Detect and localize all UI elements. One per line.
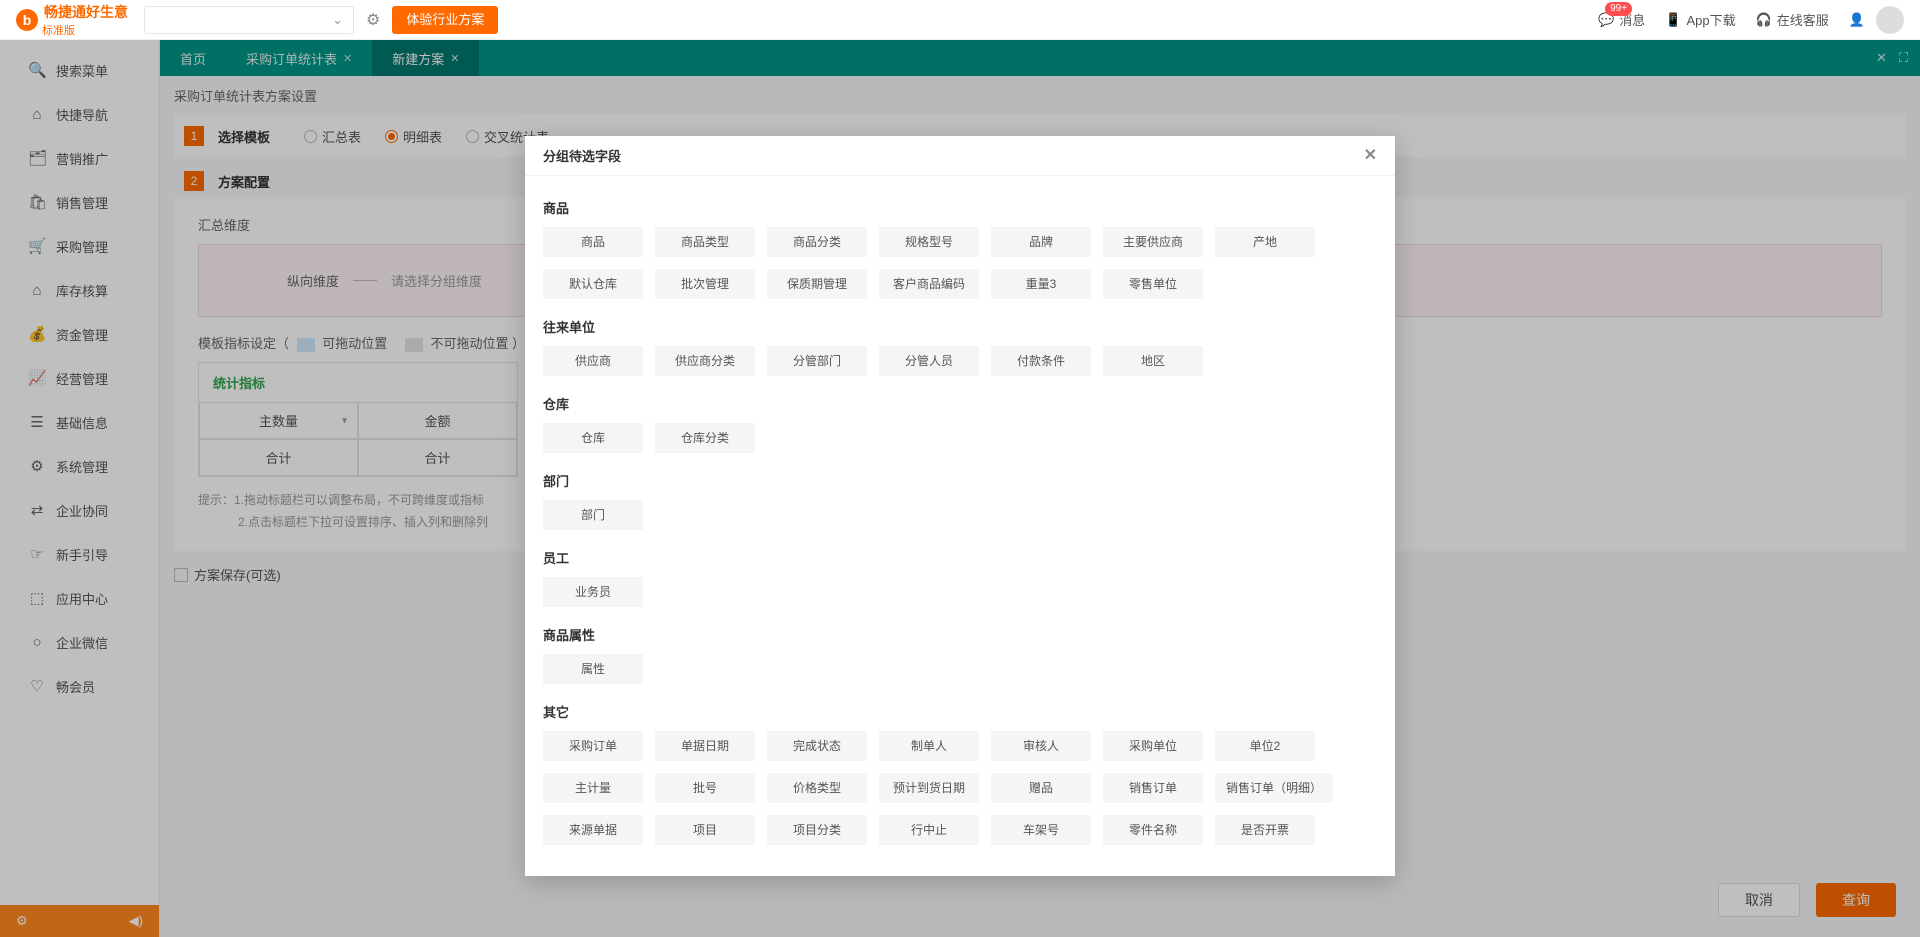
app-download-button[interactable]: 📱 App下载 — [1665, 10, 1735, 29]
field-chip[interactable]: 预计到货日期 — [879, 773, 979, 803]
field-group-title: 往来单位 — [543, 317, 1377, 336]
brand-name: 畅捷通好生意 — [44, 2, 128, 22]
support-button[interactable]: 🎧 在线客服 — [1756, 10, 1829, 29]
field-chip[interactable]: 价格类型 — [767, 773, 867, 803]
field-chip[interactable]: 仓库 — [543, 423, 643, 453]
field-chip[interactable]: 车架号 — [991, 815, 1091, 845]
topbar-right: 💬 99+ 消息 📱 App下载 🎧 在线客服 👤 — [1598, 6, 1904, 34]
field-chip[interactable]: 付款条件 — [991, 346, 1091, 376]
field-chip[interactable]: 单位2 — [1215, 731, 1315, 761]
field-chip[interactable]: 供应商 — [543, 346, 643, 376]
field-chip[interactable]: 重量3 — [991, 269, 1091, 299]
avatar — [1876, 6, 1904, 34]
field-chip[interactable]: 项目 — [655, 815, 755, 845]
field-chip[interactable]: 产地 — [1215, 227, 1315, 257]
headset-icon: 🎧 — [1756, 12, 1772, 28]
company-selector[interactable]: ⌄ — [144, 6, 354, 34]
field-chip[interactable]: 分管人员 — [879, 346, 979, 376]
messages-button[interactable]: 💬 99+ 消息 — [1598, 10, 1645, 29]
gear-icon[interactable]: ⚙ — [366, 10, 380, 30]
modal-title: 分组待选字段 — [543, 146, 621, 165]
close-icon[interactable]: ✕ — [1364, 145, 1377, 165]
field-chip[interactable]: 制单人 — [879, 731, 979, 761]
field-group-chips: 部门 — [543, 500, 1377, 530]
user-area[interactable]: 👤 — [1849, 6, 1904, 34]
field-chip[interactable]: 部门 — [543, 500, 643, 530]
field-group-title: 其它 — [543, 702, 1377, 721]
field-chip[interactable]: 审核人 — [991, 731, 1091, 761]
app-download-label: App下载 — [1686, 10, 1735, 29]
field-picker-modal: 分组待选字段 ✕ 商品商品商品类型商品分类规格型号品牌主要供应商产地默认仓库批次… — [525, 136, 1395, 876]
field-chip[interactable]: 采购订单 — [543, 731, 643, 761]
field-chip[interactable]: 是否开票 — [1215, 815, 1315, 845]
field-group-title: 商品属性 — [543, 625, 1377, 644]
field-chip[interactable]: 赠品 — [991, 773, 1091, 803]
field-chip[interactable]: 零件名称 — [1103, 815, 1203, 845]
field-chip[interactable]: 销售订单（明细） — [1215, 773, 1333, 803]
trial-button[interactable]: 体验行业方案 — [392, 6, 498, 34]
field-group-title: 仓库 — [543, 394, 1377, 413]
field-chip[interactable]: 分管部门 — [767, 346, 867, 376]
field-chip[interactable]: 销售订单 — [1103, 773, 1203, 803]
field-chip[interactable]: 商品分类 — [767, 227, 867, 257]
field-chip[interactable]: 保质期管理 — [767, 269, 867, 299]
field-chip[interactable]: 零售单位 — [1103, 269, 1203, 299]
field-chip[interactable]: 地区 — [1103, 346, 1203, 376]
field-chip[interactable]: 单据日期 — [655, 731, 755, 761]
field-chip[interactable]: 项目分类 — [767, 815, 867, 845]
field-chip[interactable]: 主计量 — [543, 773, 643, 803]
support-label: 在线客服 — [1777, 10, 1829, 29]
field-group-chips: 商品商品类型商品分类规格型号品牌主要供应商产地默认仓库批次管理保质期管理客户商品… — [543, 227, 1377, 299]
field-group-title: 部门 — [543, 471, 1377, 490]
field-chip[interactable]: 采购单位 — [1103, 731, 1203, 761]
field-chip[interactable]: 品牌 — [991, 227, 1091, 257]
field-chip[interactable]: 主要供应商 — [1103, 227, 1203, 257]
field-chip[interactable]: 默认仓库 — [543, 269, 643, 299]
topbar: b 畅捷通好生意 标准版 ⌄ ⚙ 体验行业方案 💬 99+ 消息 📱 App下载 — [0, 0, 1920, 40]
field-group-chips: 采购订单单据日期完成状态制单人审核人采购单位单位2 主计量批号价格类型预计到货日期… — [543, 731, 1377, 845]
field-chip[interactable]: 行中止 — [879, 815, 979, 845]
field-group-chips: 业务员 — [543, 577, 1377, 607]
user-icon: 👤 — [1849, 12, 1865, 28]
messages-badge: 99+ — [1605, 2, 1632, 16]
field-chip[interactable]: 仓库分类 — [655, 423, 755, 453]
field-group-chips: 仓库仓库分类 — [543, 423, 1377, 453]
field-group-chips: 属性 — [543, 654, 1377, 684]
field-chip[interactable]: 属性 — [543, 654, 643, 684]
brand-logo: b 畅捷通好生意 标准版 — [16, 2, 128, 38]
chevron-down-icon: ⌄ — [332, 12, 343, 28]
field-chip[interactable]: 批号 — [655, 773, 755, 803]
field-group-chips: 供应商供应商分类分管部门分管人员付款条件地区 — [543, 346, 1377, 376]
field-group-title: 员工 — [543, 548, 1377, 567]
modal-horizontal-scrollbar[interactable] — [531, 856, 1389, 872]
field-chip[interactable]: 业务员 — [543, 577, 643, 607]
field-chip[interactable]: 供应商分类 — [655, 346, 755, 376]
field-chip[interactable]: 完成状态 — [767, 731, 867, 761]
field-chip[interactable]: 来源单据 — [543, 815, 643, 845]
phone-icon: 📱 — [1665, 12, 1681, 28]
field-chip[interactable]: 批次管理 — [655, 269, 755, 299]
brand-edition: 标准版 — [42, 22, 128, 38]
field-chip[interactable]: 客户商品编码 — [879, 269, 979, 299]
field-chip[interactable]: 商品 — [543, 227, 643, 257]
field-chip[interactable]: 商品类型 — [655, 227, 755, 257]
field-chip[interactable]: 规格型号 — [879, 227, 979, 257]
brand-logo-icon: b — [16, 9, 38, 31]
field-group-title: 商品 — [543, 198, 1377, 217]
